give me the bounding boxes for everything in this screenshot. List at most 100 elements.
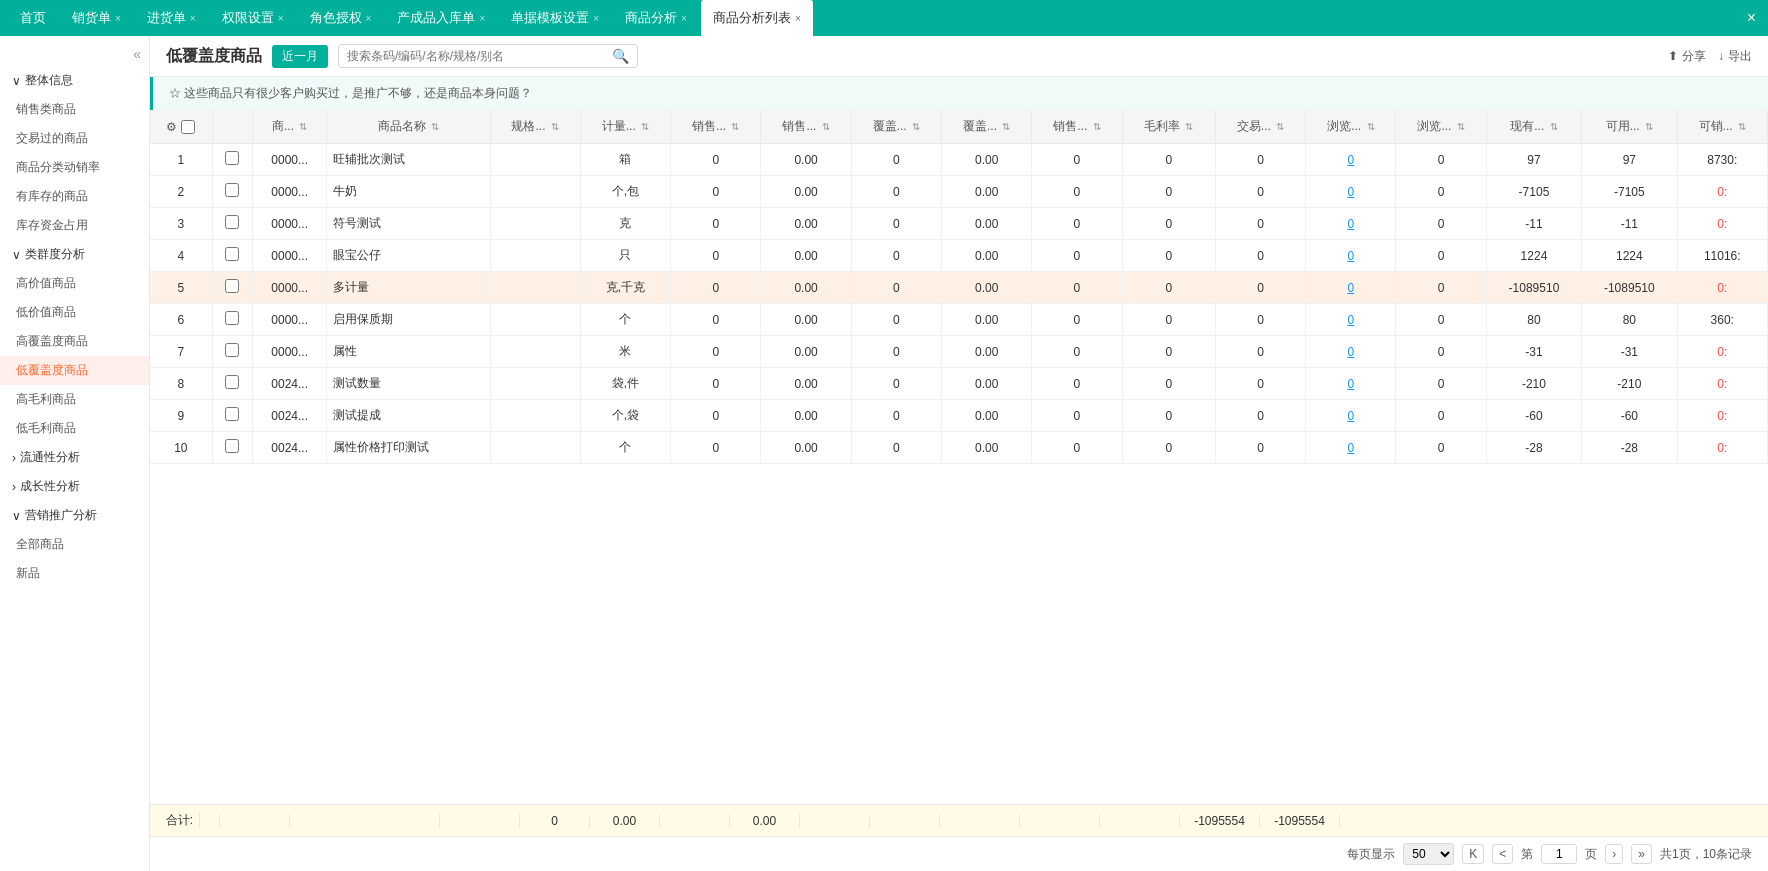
sidebar-item-低覆盖度商品[interactable]: 低覆盖度商品 (0, 356, 149, 385)
col-header-settings: ⚙ (150, 110, 212, 144)
row-sales-qty: 0 (671, 208, 761, 240)
row-spec (490, 144, 580, 176)
row-select-checkbox[interactable] (225, 151, 239, 165)
sidebar-item-新品[interactable]: 新品 (0, 559, 149, 588)
sidebar-group-整体信息[interactable]: ∨整体信息 (0, 66, 149, 95)
settings-icon[interactable]: ⚙ (156, 120, 206, 134)
group-title: 成长性分析 (20, 478, 80, 495)
tab-close-商品分析列表[interactable]: × (795, 13, 801, 24)
sidebar-item-销售类商品[interactable]: 销售类商品 (0, 95, 149, 124)
period-button[interactable]: 近一月 (272, 45, 328, 68)
row-cover2: 0.00 (942, 368, 1032, 400)
nav-tab-商品分析[interactable]: 商品分析× (613, 0, 699, 36)
row-select-checkbox[interactable] (225, 343, 239, 357)
row-view2: 0 (1396, 432, 1486, 464)
row-cover1: 0 (851, 400, 941, 432)
row-checkbox (212, 304, 252, 336)
total-sales-qty: 0 (520, 814, 590, 828)
sidebar-item-库存资金占用[interactable]: 库存资金占用 (0, 211, 149, 240)
row-unit: 个,袋 (580, 400, 670, 432)
first-page-button[interactable]: K (1462, 844, 1484, 864)
row-unit: 个 (580, 304, 670, 336)
nav-tab-进货单[interactable]: 进货单× (135, 0, 208, 36)
sidebar-item-交易过的商品[interactable]: 交易过的商品 (0, 124, 149, 153)
row-sales-amt: 0.00 (761, 208, 851, 240)
window-close-button[interactable]: × (1747, 9, 1756, 27)
tab-close-销货单[interactable]: × (115, 13, 121, 24)
sidebar-item-高毛利商品[interactable]: 高毛利商品 (0, 385, 149, 414)
row-select-checkbox[interactable] (225, 375, 239, 389)
col-header-available: 可用... ⇅ (1582, 110, 1677, 144)
tab-close-权限设置[interactable]: × (278, 13, 284, 24)
col-header-sales_num: 销售... ⇅ (1032, 110, 1122, 144)
sort-icon-sales_amt: ⇅ (822, 121, 830, 132)
sidebar-item-有库存的商品[interactable]: 有库存的商品 (0, 182, 149, 211)
page-size-select[interactable]: 50 20 100 (1403, 843, 1454, 865)
row-current: -11 (1486, 208, 1581, 240)
sidebar-item-低价值商品[interactable]: 低价值商品 (0, 298, 149, 327)
tab-close-产成品入库单[interactable]: × (479, 13, 485, 24)
row-view2: 0 (1396, 272, 1486, 304)
row-code: 0000... (253, 208, 327, 240)
row-code: 0000... (253, 144, 327, 176)
sidebar-group-类群度分析[interactable]: ∨类群度分析 (0, 240, 149, 269)
sidebar-collapse-button[interactable]: « (0, 42, 149, 66)
row-select-checkbox[interactable] (225, 247, 239, 261)
row-select-checkbox[interactable] (225, 407, 239, 421)
row-saleable: 0: (1677, 272, 1768, 304)
row-gross-rate: 0 (1122, 304, 1215, 336)
select-all-checkbox[interactable] (181, 120, 195, 134)
row-spec (490, 368, 580, 400)
sidebar-item-高覆盖度商品[interactable]: 高覆盖度商品 (0, 327, 149, 356)
export-button[interactable]: ↓ 导出 (1718, 48, 1752, 65)
row-sales-num: 0 (1032, 144, 1122, 176)
page-number-input[interactable] (1541, 844, 1577, 864)
sidebar-item-低毛利商品[interactable]: 低毛利商品 (0, 414, 149, 443)
page-size-label: 每页显示 (1347, 846, 1395, 863)
sidebar-item-全部商品[interactable]: 全部商品 (0, 530, 149, 559)
nav-tab-商品分析列表[interactable]: 商品分析列表× (701, 0, 813, 36)
row-cover2: 0.00 (942, 400, 1032, 432)
row-code: 0000... (253, 304, 327, 336)
nav-tab-单据模板设置[interactable]: 单据模板设置× (499, 0, 611, 36)
row-select-checkbox[interactable] (225, 279, 239, 293)
sidebar-group-流通性分析[interactable]: ›流通性分析 (0, 443, 149, 472)
row-trade: 0 (1215, 144, 1305, 176)
search-icon[interactable]: 🔍 (612, 48, 629, 64)
tab-close-角色授权[interactable]: × (366, 13, 372, 24)
sidebar-item-高价值商品[interactable]: 高价值商品 (0, 269, 149, 298)
row-name: 眼宝公仔 (327, 240, 490, 272)
row-sales-num: 0 (1032, 304, 1122, 336)
last-page-button[interactable]: » (1631, 844, 1652, 864)
tab-close-进货单[interactable]: × (190, 13, 196, 24)
nav-tab-角色授权[interactable]: 角色授权× (298, 0, 384, 36)
tab-close-单据模板设置[interactable]: × (593, 13, 599, 24)
row-name: 牛奶 (327, 176, 490, 208)
row-select-checkbox[interactable] (225, 183, 239, 197)
sidebar-group-成长性分析[interactable]: ›成长性分析 (0, 472, 149, 501)
sidebar-group-营销推广分析[interactable]: ∨营销推广分析 (0, 501, 149, 530)
table-row: 80024...测试数量袋,件00.0000.0000000-210-2100: (150, 368, 1768, 400)
prev-page-button[interactable]: < (1492, 844, 1513, 864)
row-cover2: 0.00 (942, 304, 1032, 336)
row-no: 8 (150, 368, 212, 400)
row-select-checkbox[interactable] (225, 215, 239, 229)
sidebar-item-商品分类动销率[interactable]: 商品分类动销率 (0, 153, 149, 182)
row-current: -31 (1486, 336, 1581, 368)
share-button[interactable]: ⬆ 分享 (1668, 48, 1706, 65)
sidebar: « ∨整体信息销售类商品交易过的商品商品分类动销率有库存的商品库存资金占用∨类群… (0, 36, 150, 871)
nav-tab-权限设置[interactable]: 权限设置× (210, 0, 296, 36)
tab-close-商品分析[interactable]: × (681, 13, 687, 24)
row-no: 9 (150, 400, 212, 432)
row-select-checkbox[interactable] (225, 311, 239, 325)
next-page-button[interactable]: › (1605, 844, 1623, 864)
row-saleable: 0: (1677, 400, 1768, 432)
table-footer: 合计: 0 0.00 0.00 -1095554 -10955 (150, 804, 1768, 871)
row-view1: 0 (1306, 240, 1396, 272)
row-view2: 0 (1396, 208, 1486, 240)
nav-tab-销货单[interactable]: 销货单× (60, 0, 133, 36)
row-select-checkbox[interactable] (225, 439, 239, 453)
nav-tab-产成品入库单[interactable]: 产成品入库单× (385, 0, 497, 36)
nav-tab-首页[interactable]: 首页 (8, 0, 58, 36)
search-input[interactable] (347, 49, 608, 63)
